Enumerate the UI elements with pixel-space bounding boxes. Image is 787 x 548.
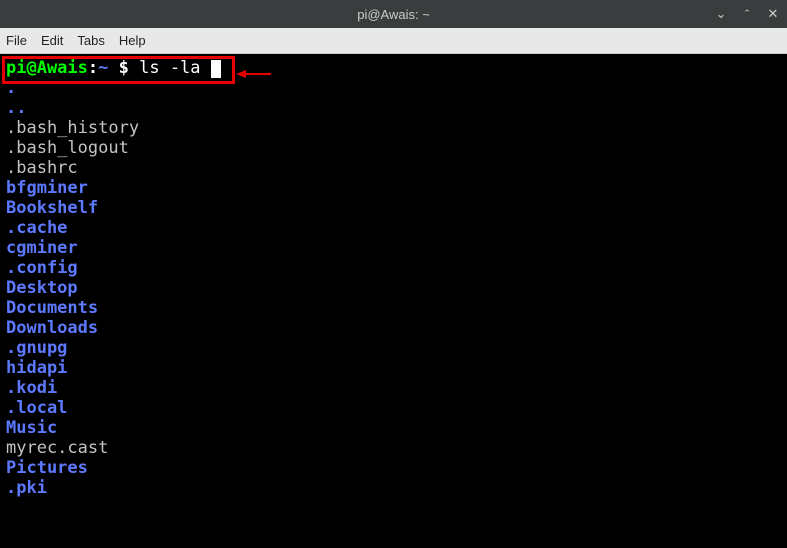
prompt-command: ls -la bbox=[139, 58, 211, 78]
file-entry: cgminer bbox=[6, 238, 781, 258]
file-entry: hidapi bbox=[6, 358, 781, 378]
file-entry: Bookshelf bbox=[6, 198, 781, 218]
minimize-button[interactable]: ⌄ bbox=[713, 6, 729, 22]
file-entry: .pki bbox=[6, 478, 781, 498]
file-entry: .. bbox=[6, 98, 781, 118]
file-entry: bfgminer bbox=[6, 178, 781, 198]
file-entry: Pictures bbox=[6, 458, 781, 478]
prompt-path: ~ bbox=[98, 58, 108, 78]
file-entry: .bashrc bbox=[6, 158, 781, 178]
file-entry: . bbox=[6, 78, 781, 98]
maximize-button[interactable]: ˆ bbox=[739, 7, 755, 22]
menu-help[interactable]: Help bbox=[119, 33, 146, 48]
prompt-user-host: pi@Awais bbox=[6, 58, 88, 78]
titlebar: pi@Awais: ~ ⌄ ˆ ✕ bbox=[0, 0, 787, 28]
file-entry: .gnupg bbox=[6, 338, 781, 358]
file-entry: .cache bbox=[6, 218, 781, 238]
menu-tabs[interactable]: Tabs bbox=[77, 33, 104, 48]
file-entry: myrec.cast bbox=[6, 438, 781, 458]
prompt-colon: : bbox=[88, 58, 98, 78]
window-title: pi@Awais: ~ bbox=[357, 7, 430, 22]
file-entry: .local bbox=[6, 398, 781, 418]
file-entry: .kodi bbox=[6, 378, 781, 398]
menu-edit[interactable]: Edit bbox=[41, 33, 63, 48]
file-entry: Documents bbox=[6, 298, 781, 318]
file-entry: .config bbox=[6, 258, 781, 278]
file-entry: Desktop bbox=[6, 278, 781, 298]
file-entry: Downloads bbox=[6, 318, 781, 338]
terminal-cursor bbox=[211, 60, 221, 78]
prompt-line: pi@Awais:~ $ ls -la bbox=[6, 58, 221, 78]
menu-file[interactable]: File bbox=[6, 33, 27, 48]
file-entry: .bash_logout bbox=[6, 138, 781, 158]
prompt-dollar: $ bbox=[108, 58, 139, 78]
terminal-output-area[interactable]: pi@Awais:~ $ ls -la ....bash_history.bas… bbox=[0, 54, 787, 548]
window-controls: ⌄ ˆ ✕ bbox=[713, 6, 781, 22]
close-button[interactable]: ✕ bbox=[765, 6, 781, 22]
file-entry: .bash_history bbox=[6, 118, 781, 138]
file-entry: Music bbox=[6, 418, 781, 438]
output-container: ....bash_history.bash_logout.bashrcbfgmi… bbox=[6, 78, 781, 498]
menubar: File Edit Tabs Help bbox=[0, 28, 787, 54]
